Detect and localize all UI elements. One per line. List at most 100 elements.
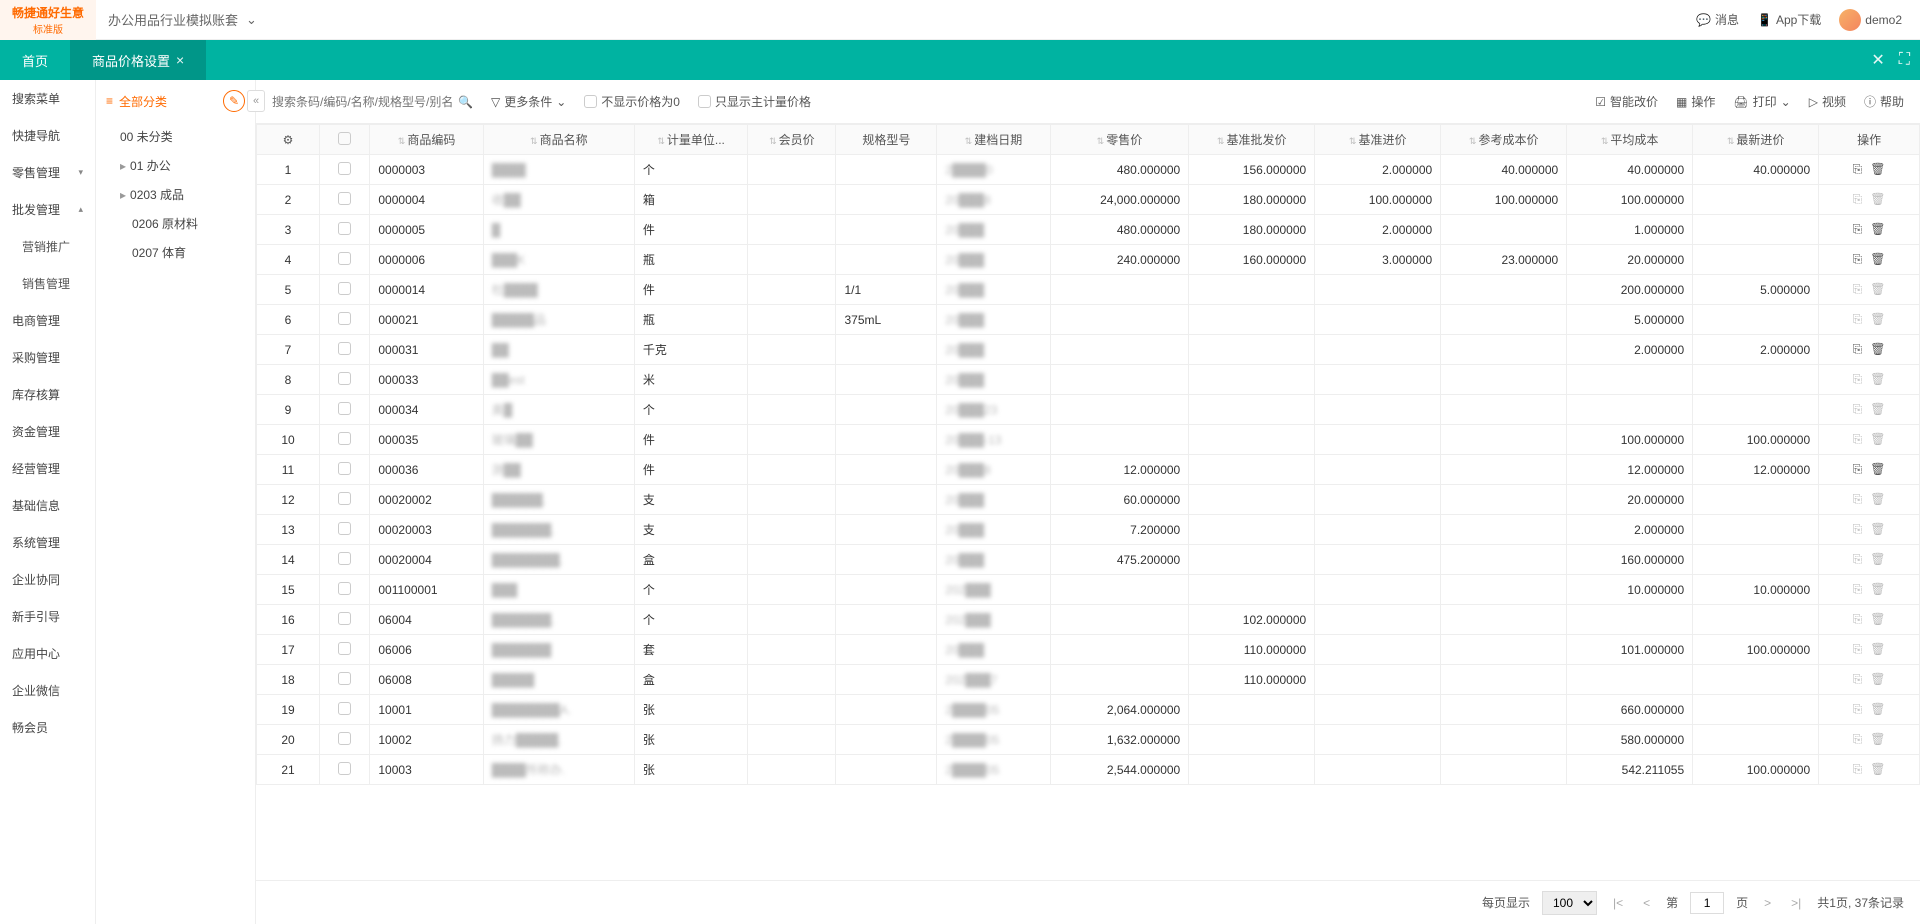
column-header[interactable]: ⇅计量单位... <box>634 125 747 155</box>
delete-icon[interactable]: 🗑 <box>1870 402 1885 417</box>
tree-node[interactable]: 00 未分类 <box>96 122 255 151</box>
table-row[interactable]: 10000003████个2████0480.000000156.0000002… <box>257 155 1920 185</box>
column-header[interactable]: ⇅建档日期 <box>937 125 1050 155</box>
copy-icon[interactable]: ⎘ <box>1853 192 1863 207</box>
sort-icon[interactable]: ⇅ <box>530 136 538 146</box>
column-header[interactable]: ⇅基准进价 <box>1315 125 1441 155</box>
sidebar-item[interactable]: 电商管理 <box>0 302 95 339</box>
table-row[interactable]: 50000014杜████件1/120███200.0000005.000000… <box>257 275 1920 305</box>
column-header[interactable]: 操作 <box>1819 125 1920 155</box>
copy-icon[interactable]: ⎘ <box>1853 552 1863 567</box>
column-header[interactable]: ⇅平均成本 <box>1567 125 1693 155</box>
column-header[interactable]: ⇅参考成本价 <box>1441 125 1567 155</box>
fullscreen-icon[interactable]: ⛶ <box>1899 51 1910 69</box>
tree-node[interactable]: ▸0203 成品 <box>96 180 255 209</box>
copy-icon[interactable]: ⎘ <box>1853 762 1863 777</box>
delete-icon[interactable]: 🗑 <box>1870 282 1885 297</box>
delete-icon[interactable]: 🗑 <box>1870 372 1885 387</box>
sidebar-item[interactable]: 系统管理 <box>0 524 95 561</box>
next-page-button[interactable]: > <box>1760 896 1775 910</box>
column-header[interactable]: ⇅最新进价 <box>1693 125 1819 155</box>
column-header[interactable]: ⇅会员价 <box>748 125 836 155</box>
close-icon[interactable]: × <box>176 52 184 68</box>
row-checkbox[interactable] <box>338 702 351 715</box>
copy-icon[interactable]: ⎘ <box>1853 432 1863 447</box>
tree-node[interactable]: 0206 原材料 <box>96 209 255 238</box>
copy-icon[interactable]: ⎘ <box>1853 462 1863 477</box>
tree-all-label[interactable]: 全部分类 <box>119 93 167 110</box>
table-row[interactable]: 2110003████所称办.张2████052,544.000000542.2… <box>257 755 1920 785</box>
sidebar-item[interactable]: 资金管理 <box>0 413 95 450</box>
column-header[interactable]: 规格型号 <box>836 125 937 155</box>
only-main-unit-checkbox[interactable]: 只显示主计量价格 <box>698 93 811 110</box>
sidebar-item[interactable]: 新手引导 <box>0 598 95 635</box>
sort-icon[interactable]: ⇅ <box>398 136 406 146</box>
column-header[interactable]: ⇅零售价 <box>1050 125 1189 155</box>
hide-zero-checkbox[interactable]: 不显示价格为0 <box>584 93 680 110</box>
row-checkbox[interactable] <box>338 612 351 625</box>
column-header[interactable] <box>319 125 369 155</box>
delete-icon[interactable]: 🗑 <box>1870 612 1885 627</box>
sort-icon[interactable]: ⇅ <box>1601 136 1609 146</box>
data-grid[interactable]: ⚙⇅商品编码⇅商品名称⇅计量单位...⇅会员价规格型号⇅建档日期⇅零售价⇅基准批… <box>256 124 1920 880</box>
sidebar-item[interactable]: 应用中心 <box>0 635 95 672</box>
copy-icon[interactable]: ⎘ <box>1853 282 1863 297</box>
tree-node[interactable]: ▸01 办公 <box>96 151 255 180</box>
table-row[interactable]: 1806008█████盒202███7110.000000⎘🗑 <box>257 665 1920 695</box>
sort-icon[interactable]: ⇅ <box>1727 136 1735 146</box>
smart-price-button[interactable]: ☑智能改价 <box>1595 93 1658 110</box>
row-checkbox[interactable] <box>338 432 351 445</box>
table-row[interactable]: 9000034奥█个20███23⎘🗑 <box>257 395 1920 425</box>
sidebar-item[interactable]: 快捷导航 <box>0 117 95 154</box>
row-checkbox[interactable] <box>338 402 351 415</box>
tab-home[interactable]: 首页 <box>0 40 70 80</box>
column-header[interactable]: ⚙ <box>257 125 320 155</box>
table-row[interactable]: 10000035玻璃██件20███-13100.000000100.00000… <box>257 425 1920 455</box>
sidebar-item[interactable]: 库存核算 <box>0 376 95 413</box>
delete-icon[interactable]: 🗑 <box>1870 162 1885 177</box>
delete-icon[interactable]: 🗑 <box>1870 492 1885 507</box>
row-checkbox[interactable] <box>338 642 351 655</box>
edit-category-button[interactable]: ✎ <box>223 90 245 112</box>
search-box[interactable]: 🔍 <box>272 95 473 109</box>
row-checkbox[interactable] <box>338 732 351 745</box>
copy-icon[interactable]: ⎘ <box>1853 642 1863 657</box>
row-checkbox[interactable] <box>338 252 351 265</box>
delete-icon[interactable]: 🗑 <box>1870 642 1885 657</box>
video-button[interactable]: ▷视频 <box>1809 93 1846 110</box>
table-row[interactable]: 1706006███████套20███110.000000101.000000… <box>257 635 1920 665</box>
sidebar-item[interactable]: 企业微信 <box>0 672 95 709</box>
per-page-select[interactable]: 100 <box>1542 891 1597 915</box>
row-checkbox[interactable] <box>338 222 351 235</box>
delete-icon[interactable]: 🗑 <box>1870 222 1885 237</box>
tab-close-all-icon[interactable]: ✕ <box>1871 50 1884 70</box>
account-selector[interactable]: 办公用品行业模拟账套 ⌄ <box>108 10 257 29</box>
row-checkbox[interactable] <box>338 312 351 325</box>
search-input[interactable] <box>272 95 452 109</box>
search-icon[interactable]: 🔍 <box>458 95 473 109</box>
copy-icon[interactable]: ⎘ <box>1853 732 1863 747</box>
copy-icon[interactable]: ⎘ <box>1853 372 1863 387</box>
copy-icon[interactable]: ⎘ <box>1853 582 1863 597</box>
copy-icon[interactable]: ⎘ <box>1853 162 1863 177</box>
sort-icon[interactable]: ⇅ <box>1349 136 1357 146</box>
more-filters-button[interactable]: ▽更多条件⌄ <box>491 93 566 110</box>
last-page-button[interactable]: >| <box>1787 896 1805 910</box>
sidebar-item[interactable]: 畅会员 <box>0 709 95 746</box>
sidebar-item[interactable]: 批发管理▴ <box>0 191 95 228</box>
sort-icon[interactable]: ⇅ <box>769 136 777 146</box>
delete-icon[interactable]: 🗑 <box>1870 732 1885 747</box>
sort-icon[interactable]: ⇅ <box>1217 136 1225 146</box>
first-page-button[interactable]: |< <box>1609 896 1627 910</box>
app-download-button[interactable]: 📱App下载 <box>1757 11 1821 28</box>
sidebar-item[interactable]: 搜索菜单 <box>0 80 95 117</box>
page-input[interactable] <box>1690 892 1724 914</box>
sort-icon[interactable]: ⇅ <box>657 136 665 146</box>
user-menu[interactable]: demo2 <box>1839 9 1902 31</box>
messages-button[interactable]: 💬消息 <box>1696 11 1739 28</box>
gear-icon[interactable]: ⚙ <box>283 133 294 147</box>
operations-button[interactable]: ▦操作 <box>1676 93 1715 110</box>
copy-icon[interactable]: ⎘ <box>1853 402 1863 417</box>
table-row[interactable]: 15001100001███个202███10.00000010.000000⎘… <box>257 575 1920 605</box>
delete-icon[interactable]: 🗑 <box>1870 582 1885 597</box>
